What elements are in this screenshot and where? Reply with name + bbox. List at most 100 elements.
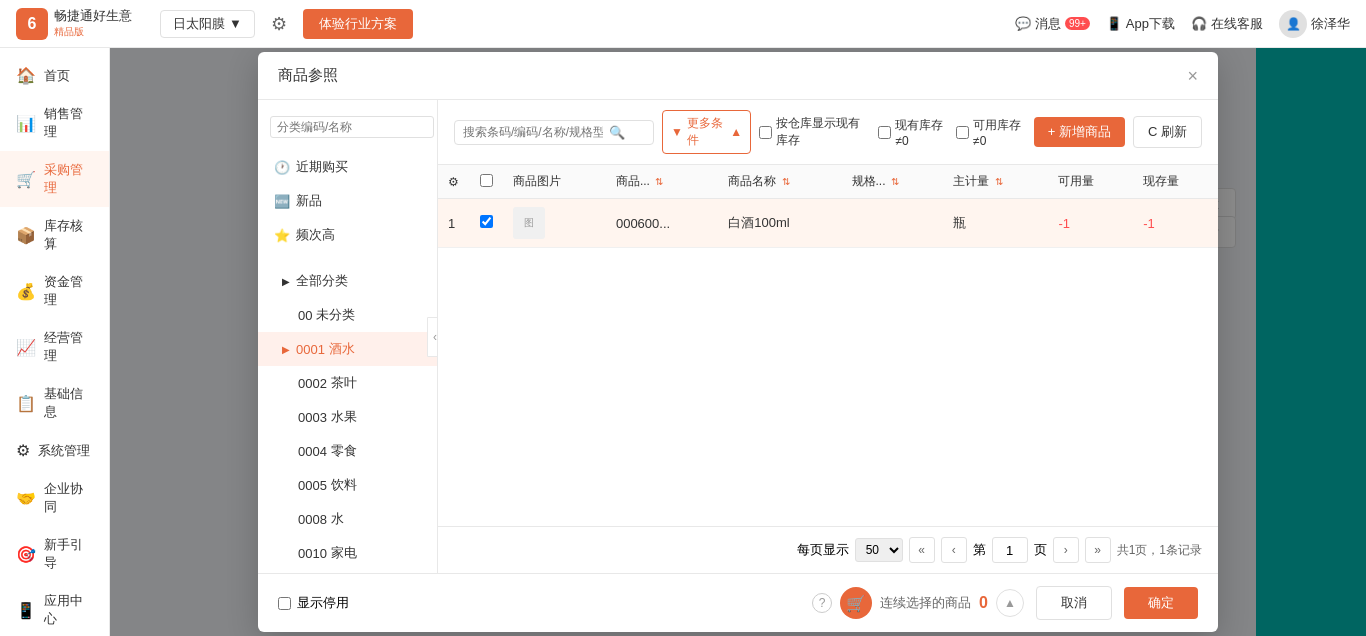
- modal-body: 🔍 ‹‹ 🕐 近期购买 🆕 新品: [258, 100, 1218, 573]
- confirm-button[interactable]: 确定: [1124, 587, 1198, 619]
- cat-item-0005[interactable]: 0005 饮料: [258, 468, 437, 502]
- warehouse-display-checkbox[interactable]: 按仓库显示现有库存: [759, 115, 870, 149]
- modal-header: 商品参照 ×: [258, 52, 1218, 100]
- cat-item-0008[interactable]: 0008 水: [258, 502, 437, 536]
- sidebar-item-system[interactable]: ⚙ 系统管理: [0, 431, 109, 470]
- settings-col-icon[interactable]: ⚙: [448, 175, 459, 189]
- help-icon[interactable]: ?: [812, 593, 832, 613]
- select-all-checkbox[interactable]: [480, 174, 493, 187]
- logo-text: 畅捷通好生意 精品版: [54, 8, 132, 39]
- row-checkbox[interactable]: [480, 215, 493, 228]
- user-nav-item[interactable]: 👤 徐泽华: [1279, 10, 1350, 38]
- first-page-button[interactable]: «: [909, 537, 935, 563]
- headset-icon: 🎧: [1191, 16, 1207, 31]
- sidebar-item-home[interactable]: 🏠 首页: [0, 56, 109, 95]
- sidebar-item-purchase[interactable]: 🛒 采购管理: [0, 151, 109, 207]
- experience-button[interactable]: 体验行业方案: [303, 9, 413, 39]
- sidebar-item-inventory[interactable]: 📦 库存核算: [0, 207, 109, 263]
- sidebar-item-operations[interactable]: 📈 经营管理: [0, 319, 109, 375]
- cat-item-0001[interactable]: ▶ 0001 酒水: [258, 332, 437, 366]
- system-icon: ⚙: [16, 441, 30, 460]
- search-icon[interactable]: 🔍: [609, 125, 625, 140]
- recent-purchase-nav[interactable]: 🕐 近期购买: [258, 150, 437, 184]
- expand-icon: ▶: [282, 276, 290, 287]
- sort-icon-name: ⇅: [782, 176, 790, 187]
- col-name[interactable]: 商品名称 ⇅: [718, 165, 841, 199]
- sidebar-item-guide[interactable]: 🎯 新手引导: [0, 526, 109, 582]
- sort-icon-spec: ⇅: [891, 176, 899, 187]
- stock-checkbox-input[interactable]: [878, 126, 891, 139]
- row-seq: 1: [438, 199, 470, 248]
- new-product-nav[interactable]: 🆕 新品: [258, 184, 437, 218]
- sidebar-item-enterprise[interactable]: 🤝 企业协同: [0, 470, 109, 526]
- online-service-nav-item[interactable]: 🎧 在线客服: [1191, 15, 1263, 33]
- modal-overlay: 商品参照 × 🔍 ‹‹ 🕐: [110, 48, 1366, 636]
- product-search-box[interactable]: 🔍: [454, 120, 654, 145]
- next-page-button[interactable]: ›: [1053, 537, 1079, 563]
- row-image-cell: 图: [503, 199, 606, 248]
- row-stock: -1: [1133, 199, 1218, 248]
- category-search-input[interactable]: [270, 116, 434, 138]
- product-search-input[interactable]: [463, 125, 603, 139]
- frequent-nav[interactable]: ⭐ 频次高: [258, 218, 437, 252]
- sidebar-item-basic-info[interactable]: 📋 基础信息: [0, 375, 109, 431]
- warehouse-checkbox-input[interactable]: [759, 126, 772, 139]
- recent-icon: 🕐: [274, 160, 290, 175]
- message-nav-item[interactable]: 💬 消息 99+: [1015, 15, 1090, 33]
- table-row[interactable]: 1 图 000600... 白酒100ml: [438, 199, 1218, 248]
- nav-right: 💬 消息 99+ 📱 App下载 🎧 在线客服 👤 徐泽华: [1015, 10, 1350, 38]
- enterprise-icon: 🤝: [16, 489, 36, 508]
- col-code[interactable]: 商品... ⇅: [606, 165, 718, 199]
- cat-item-0003[interactable]: 0003 水果: [258, 400, 437, 434]
- collapse-sidebar-button[interactable]: ‹‹: [427, 317, 438, 357]
- show-disabled-checkbox[interactable]: 显示停用: [278, 594, 349, 612]
- row-available: -1: [1048, 199, 1133, 248]
- cat-item-00[interactable]: 00 未分类: [258, 298, 437, 332]
- col-available: 可用量: [1048, 165, 1133, 199]
- available-nonzero-checkbox[interactable]: 可用库存≠0: [956, 117, 1026, 148]
- product-thumbnail: 图: [513, 207, 545, 239]
- row-spec: [842, 199, 944, 248]
- cart-icon[interactable]: 🛒: [840, 587, 872, 619]
- filter-icon: ▼: [671, 125, 683, 139]
- stock-nonzero-checkbox[interactable]: 现有库存≠0: [878, 117, 948, 148]
- col-stock: 现存量: [1133, 165, 1218, 199]
- row-checkbox-cell[interactable]: [470, 199, 503, 248]
- col-unit[interactable]: 主计量 ⇅: [943, 165, 1048, 199]
- prev-page-button[interactable]: ‹: [941, 537, 967, 563]
- settings-icon[interactable]: ⚙: [271, 13, 287, 35]
- chevron-down-icon: ▼: [229, 16, 242, 31]
- page-unit: 页: [1034, 541, 1047, 559]
- frequent-icon: ⭐: [274, 228, 290, 243]
- product-reference-modal: 商品参照 × 🔍 ‹‹ 🕐: [258, 52, 1218, 632]
- inventory-icon: 📦: [16, 226, 36, 245]
- sidebar-item-sales[interactable]: 📊 销售管理: [0, 95, 109, 151]
- refresh-button[interactable]: C 刷新: [1133, 116, 1202, 148]
- cat-all[interactable]: ▶ 全部分类: [258, 264, 437, 298]
- expand-icon-0001: ▶: [282, 344, 290, 355]
- modal-close-button[interactable]: ×: [1187, 67, 1198, 85]
- logo: 6 畅捷通好生意 精品版: [16, 8, 132, 40]
- add-product-button[interactable]: + 新增商品: [1034, 117, 1125, 147]
- available-checkbox-input[interactable]: [956, 126, 969, 139]
- cancel-button[interactable]: 取消: [1036, 586, 1112, 620]
- cat-item-0002[interactable]: 0002 茶叶: [258, 366, 437, 400]
- sidebar-item-apps[interactable]: 📱 应用中心: [0, 582, 109, 636]
- last-page-button[interactable]: »: [1085, 537, 1111, 563]
- phone-icon: 📱: [1106, 16, 1122, 31]
- app-download-nav-item[interactable]: 📱 App下载: [1106, 15, 1175, 33]
- col-spec[interactable]: 规格... ⇅: [842, 165, 944, 199]
- apps-icon: 📱: [16, 601, 36, 620]
- modal-toolbar: 🔍 ▼ 更多条件 ▲ 按仓库显示现有库存: [438, 100, 1218, 165]
- category-search[interactable]: 🔍: [258, 108, 437, 146]
- page-number-input[interactable]: [992, 537, 1028, 563]
- cat-item-0004[interactable]: 0004 零食: [258, 434, 437, 468]
- more-filter-button[interactable]: ▼ 更多条件 ▲: [662, 110, 751, 154]
- page-size-select[interactable]: 50: [855, 538, 903, 562]
- sidebar-item-finance[interactable]: 💰 资金管理: [0, 263, 109, 319]
- cat-item-0010[interactable]: 0010 家电: [258, 536, 437, 570]
- footer-collapse-button[interactable]: ▲: [996, 589, 1024, 617]
- home-icon: 🏠: [16, 66, 36, 85]
- show-disabled-input[interactable]: [278, 597, 291, 610]
- company-selector[interactable]: 日太阳膜 ▼: [160, 10, 255, 38]
